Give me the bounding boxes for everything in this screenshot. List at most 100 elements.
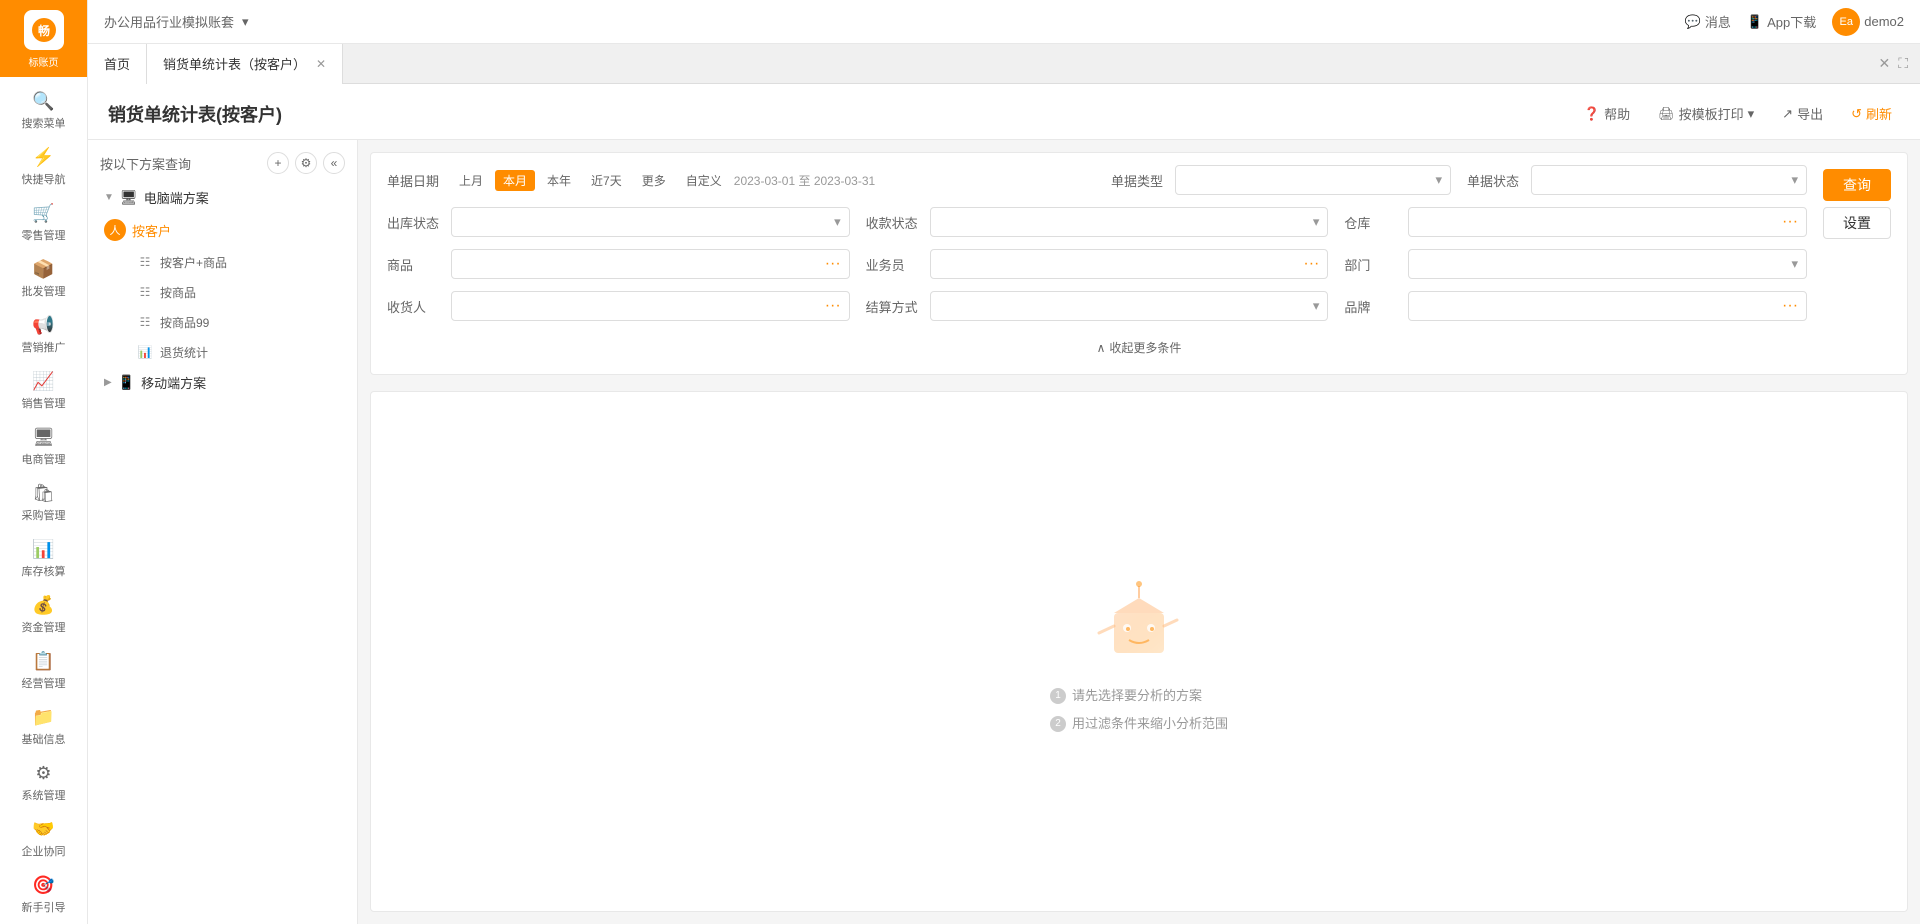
salesman-filter: 业务员 ··· <box>866 249 1329 279</box>
date-this-month[interactable]: 本月 <box>495 170 535 191</box>
sidebar-item-label: 新手引导 <box>22 899 66 915</box>
sidebar-item-finance[interactable]: 💰 资金管理 <box>0 587 87 643</box>
content-header: 销货单统计表(按客户) ❓ 帮助 🖨 按模板打印 ▾ ↗ 导出 ↺ 刷新 <box>88 84 1920 140</box>
search-icon: 🔍 <box>32 91 54 112</box>
collapse-button[interactable]: ∧ 收起更多条件 <box>387 333 1891 362</box>
sidebar-item-purchase[interactable]: 🛍 采购管理 <box>0 475 87 531</box>
sidebar-item-inventory[interactable]: 📊 库存核算 <box>0 531 87 587</box>
goods-icon: ☷ <box>136 283 154 301</box>
left-panel-header: 按以下方案查询 + ⚙ « <box>88 152 357 182</box>
tab-close-icon[interactable]: ✕ <box>316 57 326 71</box>
print-button[interactable]: 🖨 按模板打印 ▾ <box>1650 100 1762 127</box>
quicknav-icon: ⚡ <box>32 147 54 168</box>
out-status-label: 出库状态 <box>387 213 443 232</box>
department-select[interactable]: ▾ <box>1408 249 1807 279</box>
tab-sales-stat-label: 销货单统计表（按客户） <box>163 54 306 73</box>
receipt-status-select[interactable]: ▾ <box>930 207 1329 237</box>
app-download-button[interactable]: 📱 App下载 <box>1747 12 1816 31</box>
topbar-left: 办公用品行业模拟账套 ▾ <box>104 12 249 31</box>
content: 销货单统计表(按客户) ❓ 帮助 🖨 按模板打印 ▾ ↗ 导出 ↺ 刷新 <box>88 84 1920 924</box>
tree-desktop-section[interactable]: ▼ 🖥 电脑端方案 <box>88 182 357 213</box>
sidebar-item-retail[interactable]: 🛒 零售管理 <box>0 195 87 251</box>
mobile-icon: 📱 <box>118 374 135 391</box>
help-button[interactable]: ❓ 帮助 <box>1576 100 1638 127</box>
sidebar-item-marketing[interactable]: 📢 营销推广 <box>0 307 87 363</box>
empty-hint-2: 2 用过滤条件来缩小分析范围 <box>1050 712 1228 736</box>
date-filter: 上月 本月 本年 近7天 更多 自定义 2023-03-01 至 2023-03… <box>451 170 1095 191</box>
tabbar: 首页 销货单统计表（按客户） ✕ ✕ ⛶ <box>88 44 1920 84</box>
user-profile[interactable]: Ea demo2 <box>1832 8 1904 36</box>
collapse-panel-icon[interactable]: « <box>323 152 345 174</box>
tree-mobile-section[interactable]: ▶ 📱 移动端方案 <box>88 367 357 398</box>
order-type-select[interactable]: ▾ <box>1175 165 1451 195</box>
receiver-input[interactable]: ··· <box>451 291 850 321</box>
sidebar-item-label: 零售管理 <box>22 227 66 243</box>
order-status-filter: 单据状态 ▾ <box>1467 165 1807 195</box>
settlement-filter: 结算方式 ▾ <box>866 291 1329 321</box>
maximize-icon[interactable]: ⛶ <box>1898 55 1908 72</box>
scheme-by-goods99[interactable]: ☷ 按商品99 <box>88 307 357 337</box>
scheme-return-stats[interactable]: 📊 退货统计 <box>88 337 357 367</box>
brand-input[interactable]: ··· <box>1408 291 1807 321</box>
sidebar-item-basics[interactable]: 📁 基础信息 <box>0 699 87 755</box>
warehouse-input[interactable]: ··· <box>1408 207 1807 237</box>
goods-input[interactable]: ··· <box>451 249 850 279</box>
right-panel: 单据日期 上月 本月 本年 近7天 更多 自定义 2023-03-01 至 20… <box>358 140 1920 924</box>
username: demo2 <box>1864 14 1904 29</box>
tree-arrow-mobile-icon: ▶ <box>104 377 112 388</box>
order-status-select[interactable]: ▾ <box>1531 165 1807 195</box>
receiver-filter: 收货人 ··· <box>387 291 850 321</box>
hint1-num: 1 <box>1050 688 1066 704</box>
sidebar-item-operations[interactable]: 📋 经营管理 <box>0 643 87 699</box>
left-panel-actions: + ⚙ « <box>267 152 345 174</box>
print-label: 按模板打印 <box>1679 104 1744 123</box>
refresh-label: 刷新 <box>1866 104 1892 123</box>
scheme-customer-goods[interactable]: ☷ 按客户+商品 <box>88 247 357 277</box>
sidebar-item-label: 采购管理 <box>22 507 66 523</box>
sidebar-item-ecommerce[interactable]: 🖥 电商管理 <box>0 419 87 475</box>
add-scheme-icon[interactable]: + <box>267 152 289 174</box>
mobile-section-label: 移动端方案 <box>141 373 206 392</box>
sidebar-item-system[interactable]: ⚙ 系统管理 <box>0 755 87 811</box>
salesman-input[interactable]: ··· <box>930 249 1329 279</box>
sidebar-item-guide[interactable]: 🎯 新手引导 <box>0 867 87 923</box>
date-last-month[interactable]: 上月 <box>451 170 491 191</box>
tab-home[interactable]: 首页 <box>88 44 147 84</box>
print-icon: 🖨 <box>1658 106 1675 122</box>
scheme-by-customer[interactable]: 人 按客户 <box>88 213 357 247</box>
goods-filter: 商品 ··· <box>387 249 850 279</box>
date-last7days[interactable]: 近7天 <box>583 170 630 191</box>
receiver-dots-icon: ··· <box>825 297 841 315</box>
tree-arrow-icon: ▼ <box>104 192 114 203</box>
message-button[interactable]: 💬 消息 <box>1685 12 1731 31</box>
topbar-title: 办公用品行业模拟账套 <box>104 12 234 31</box>
topbar-dropdown[interactable]: ▾ <box>242 14 249 30</box>
sidebar-item-wholesale[interactable]: 📦 批发管理 <box>0 251 87 307</box>
settings-scheme-icon[interactable]: ⚙ <box>295 152 317 174</box>
out-status-select[interactable]: ▾ <box>451 207 850 237</box>
empty-state: 1 请先选择要分析的方案 2 用过滤条件来缩小分析范围 <box>370 391 1908 912</box>
settlement-select[interactable]: ▾ <box>930 291 1329 321</box>
settings-button[interactable]: 设置 <box>1823 207 1891 239</box>
sidebar-item-collab[interactable]: 🤝 企业协同 <box>0 811 87 867</box>
customer-goods-icon: ☷ <box>136 253 154 271</box>
close-window-icon[interactable]: ✕ <box>1878 55 1890 72</box>
date-this-year[interactable]: 本年 <box>539 170 579 191</box>
sidebar-item-label: 资金管理 <box>22 619 66 635</box>
desktop-section-label: 电脑端方案 <box>144 188 209 207</box>
sidebar-item-quicknav[interactable]: ⚡ 快捷导航 <box>0 139 87 195</box>
date-label: 单据日期 <box>387 171 443 190</box>
sidebar-item-search[interactable]: 🔍 搜索菜单 <box>0 83 87 139</box>
query-button[interactable]: 查询 <box>1823 169 1891 201</box>
left-panel-title: 按以下方案查询 <box>100 154 191 173</box>
message-label: 消息 <box>1705 12 1731 31</box>
sidebar-item-sales[interactable]: 📈 销售管理 <box>0 363 87 419</box>
scheme-by-goods[interactable]: ☷ 按商品 <box>88 277 357 307</box>
refresh-button[interactable]: ↺ 刷新 <box>1843 100 1900 127</box>
tab-sales-stat[interactable]: 销货单统计表（按客户） ✕ <box>147 44 343 84</box>
date-more[interactable]: 更多 <box>634 170 674 191</box>
date-custom[interactable]: 自定义 <box>678 170 730 191</box>
order-type-arrow-icon: ▾ <box>1435 172 1442 188</box>
export-button[interactable]: ↗ 导出 <box>1774 100 1831 127</box>
collapse-label: 收起更多条件 <box>1109 339 1181 356</box>
